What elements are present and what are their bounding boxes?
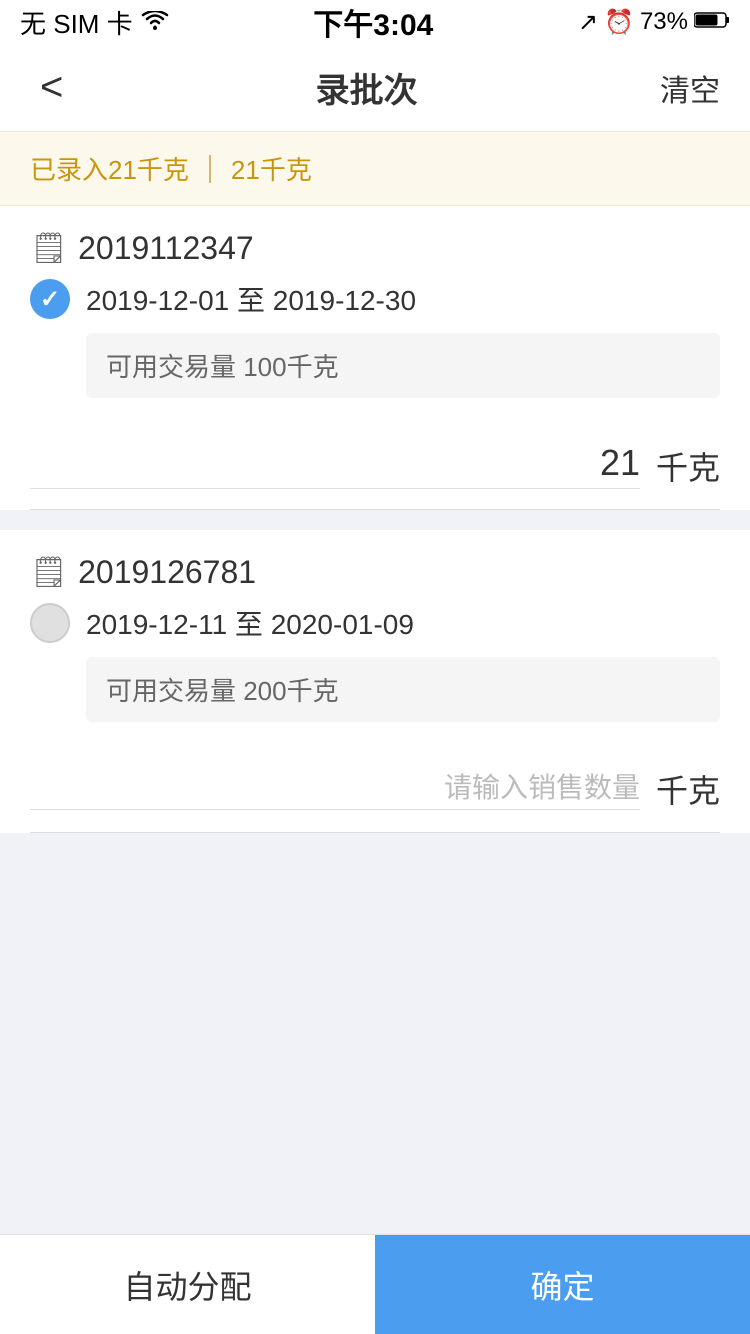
location-icon: ↗ [578,8,598,37]
batch-card-2: 🗒 2019126781 2019-12-11 至 2020-01-09 可用交… [0,530,750,833]
qty-value-1: 21 [600,442,640,484]
batch-date-1: 2019-12-01 至 2019-12-30 [86,279,416,319]
back-button[interactable]: < [30,55,73,120]
battery-icon [694,8,730,36]
section-divider [0,510,750,530]
batch-doc-icon-1: 🗒 [30,231,68,266]
page-title: 录批次 [316,63,418,112]
info-divider [209,155,211,183]
auto-distribute-button[interactable]: 自动分配 [0,1235,375,1334]
qty-input-2[interactable] [440,768,640,805]
footer: 自动分配 确定 [0,1234,750,1334]
qty-unit-2: 千克 [656,766,720,812]
wifi-icon [141,7,169,38]
carrier-text: 无 SIM 卡 [20,4,133,41]
alarm-icon: ⏰ [604,8,634,37]
available-qty-2: 可用交易量 200千克 [86,657,720,722]
status-left: 无 SIM 卡 [20,4,169,41]
status-right: ↗ ⏰ 73% [578,8,730,37]
qty-input-wrapper-1: 21 [30,442,640,489]
batch-item-1: 🗒 2019112347 ✓ 2019-12-01 至 2019-12-30 可… [0,206,750,422]
nav-bar: < 录批次 清空 [0,44,750,132]
batch-id-1: 2019112347 [78,230,254,267]
info-value: 21千克 [231,150,312,187]
clear-button[interactable]: 清空 [660,66,720,110]
qty-unit-1: 千克 [656,443,720,489]
confirm-button[interactable]: 确定 [375,1235,750,1334]
check-icon-1: ✓ [40,285,60,314]
batch-date-row-1[interactable]: ✓ 2019-12-01 至 2019-12-30 [30,279,720,319]
available-qty-1: 可用交易量 100千克 [86,333,720,398]
radio-unselected-2[interactable] [30,603,70,643]
status-bar: 无 SIM 卡 下午3:04 ↗ ⏰ 73% [0,0,750,44]
info-banner: 已录入21千克 21千克 [0,132,750,206]
battery-text: 73% [640,8,688,36]
bottom-area [0,833,750,1233]
batch-id-2: 2019126781 [78,554,256,591]
batch-date-row-2[interactable]: 2019-12-11 至 2020-01-09 [30,603,720,643]
batch-doc-icon-2: 🗒 [30,555,68,590]
batch-item-2: 🗒 2019126781 2019-12-11 至 2020-01-09 可用交… [0,530,750,746]
batch-date-2: 2019-12-11 至 2020-01-09 [86,603,414,643]
batch-card-1: 🗒 2019112347 ✓ 2019-12-01 至 2019-12-30 可… [0,206,750,510]
batch-id-row-1: 🗒 2019112347 [30,230,720,267]
qty-row-1: 21 千克 [0,422,750,509]
radio-selected-1[interactable]: ✓ [30,279,70,319]
info-entered-label: 已录入21千克 [30,150,189,187]
qty-row-2: 千克 [0,746,750,832]
qty-input-wrapper-2 [30,768,640,810]
status-time: 下午3:04 [313,0,433,44]
batch-id-row-2: 🗒 2019126781 [30,554,720,591]
